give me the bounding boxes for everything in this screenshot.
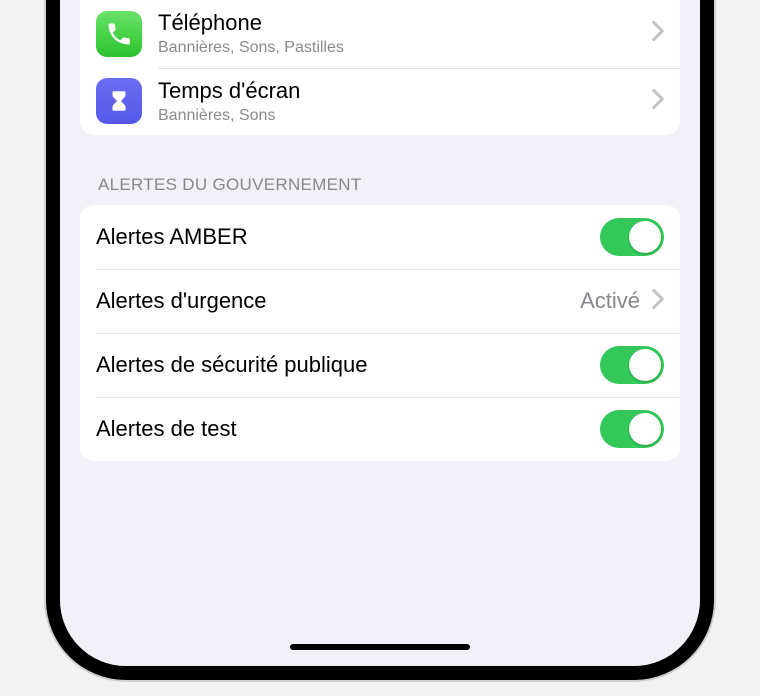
toggle-amber[interactable] <box>600 218 664 256</box>
setting-label: Alertes d'urgence <box>96 288 580 314</box>
home-indicator[interactable] <box>290 644 470 650</box>
app-notifications-group: Téléphone Bannières, Sons, Pastilles <box>80 0 680 135</box>
app-subtitle: Bannières, Sons <box>158 106 642 125</box>
app-row-screentime[interactable]: Temps d'écran Bannières, Sons <box>80 68 680 136</box>
setting-label: Alertes de test <box>96 416 600 442</box>
toggle-public-safety[interactable] <box>600 346 664 384</box>
row-emergency-alerts[interactable]: Alertes d'urgence Activé <box>80 269 680 333</box>
row-public-safety-alerts[interactable]: Alertes de sécurité publique <box>80 333 680 397</box>
chevron-right-icon <box>652 21 664 46</box>
toggle-knob <box>629 349 661 381</box>
row-test-alerts[interactable]: Alertes de test <box>80 397 680 461</box>
gov-alerts-group: Alertes AMBER Alertes d'urgence Activé A… <box>80 205 680 461</box>
section-header-gov: ALERTES DU GOUVERNEMENT <box>80 135 680 205</box>
app-subtitle: Bannières, Sons, Pastilles <box>158 38 642 57</box>
toggle-knob <box>629 413 661 445</box>
toggle-test-alerts[interactable] <box>600 410 664 448</box>
chevron-right-icon <box>652 289 664 314</box>
hourglass-icon <box>96 78 142 124</box>
settings-screen: Téléphone Bannières, Sons, Pastilles <box>60 0 700 666</box>
app-row-telephone[interactable]: Téléphone Bannières, Sons, Pastilles <box>80 0 680 68</box>
app-title: Temps d'écran <box>158 78 642 104</box>
app-title: Téléphone <box>158 10 642 36</box>
setting-label: Alertes de sécurité publique <box>96 352 600 378</box>
chevron-right-icon <box>652 89 664 114</box>
phone-frame: Téléphone Bannières, Sons, Pastilles <box>46 0 714 680</box>
phone-icon <box>96 11 142 57</box>
row-amber-alerts[interactable]: Alertes AMBER <box>80 205 680 269</box>
toggle-knob <box>629 221 661 253</box>
setting-value: Activé <box>580 288 640 314</box>
setting-label: Alertes AMBER <box>96 224 600 250</box>
